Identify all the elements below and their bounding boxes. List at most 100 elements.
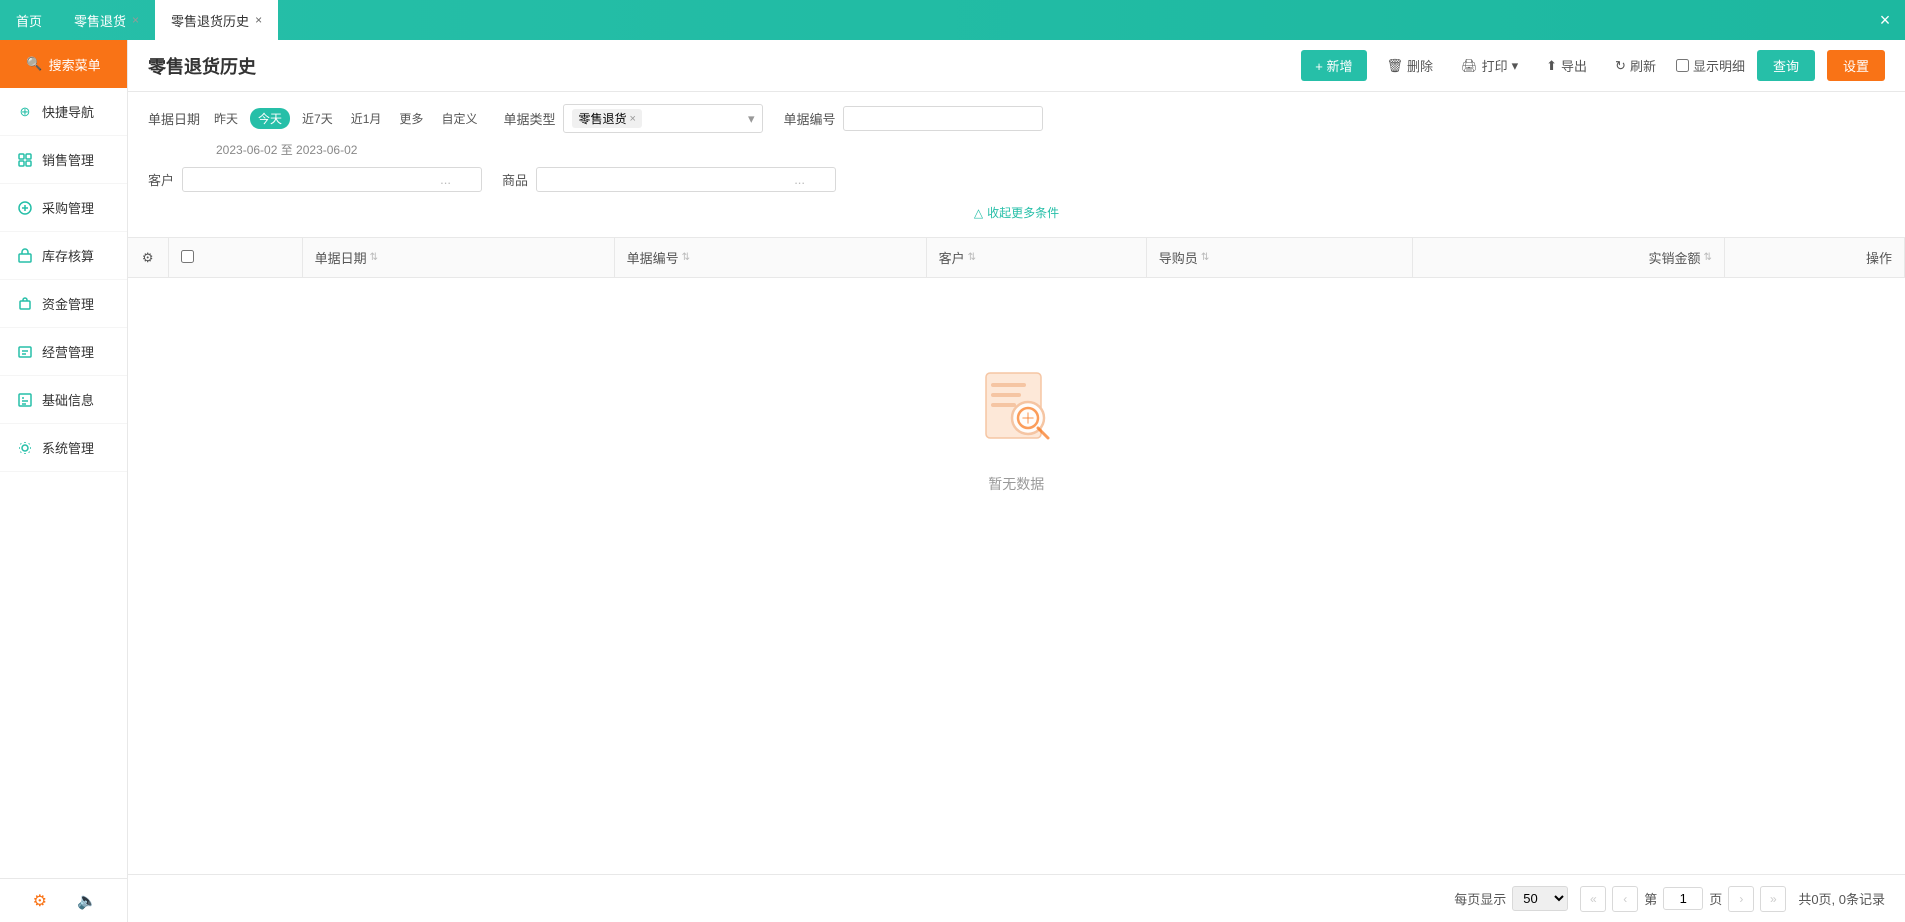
date-btn-7days[interactable]: 近7天 — [296, 108, 339, 129]
sort-icon-doc-date: ⇅ — [370, 252, 378, 263]
filter-row-1: 单据日期 昨天 今天 近7天 近1月 更多 自定义 单据类型 — [148, 104, 1885, 133]
tab-retail-return[interactable]: 零售退货 × — [58, 0, 155, 40]
sales-mgmt-label: 销售管理 — [42, 150, 94, 169]
top-bar: 首页 零售退货 × 零售退货历史 × × — [0, 0, 1905, 40]
date-btn-custom[interactable]: 自定义 — [435, 108, 483, 129]
last-page-button[interactable]: » — [1760, 886, 1786, 912]
first-page-button[interactable]: « — [1580, 886, 1606, 912]
col-settings[interactable]: ⚙ — [128, 238, 168, 278]
page-label-suffix: 页 — [1709, 889, 1722, 908]
sort-icon-doc-no: ⇅ — [682, 252, 690, 263]
print-dropdown-icon: ▾ — [1512, 58, 1519, 74]
settings-icon[interactable]: ⚙ — [26, 887, 54, 915]
goods-label: 商品 — [502, 170, 528, 189]
sidebar-item-sys-mgmt[interactable]: 系统管理 — [0, 424, 127, 472]
sidebar-item-finance[interactable]: 资金管理 — [0, 280, 127, 328]
sidebar-search[interactable]: 🔍 搜索菜单 — [0, 40, 127, 88]
collapse-bar[interactable]: △ 收起更多条件 — [148, 200, 1885, 225]
tab-bar: 首页 零售退货 × 零售退货历史 × — [0, 0, 1865, 40]
sidebar: 🔍 搜索菜单 ⊕ 快捷导航 销售管理 采购管理 — [0, 40, 128, 922]
doc-type-arrow: ▾ — [748, 111, 755, 127]
col-customer[interactable]: 客户 ⇅ — [926, 238, 1146, 278]
date-options: 昨天 今天 近7天 近1月 更多 自定义 — [208, 108, 483, 129]
sidebar-item-sales-mgmt[interactable]: 销售管理 — [0, 136, 127, 184]
select-all-checkbox[interactable] — [181, 250, 194, 263]
sidebar-item-basic-info[interactable]: 基础信息 — [0, 376, 127, 424]
delete-icon: 🗑 — [1387, 58, 1404, 74]
add-button[interactable]: + 新增 — [1301, 50, 1366, 81]
refresh-icon: ↻ — [1615, 58, 1626, 74]
ops-mgmt-label: 经营管理 — [42, 342, 94, 361]
content-area: 零售退货历史 + 新增 🗑 删除 🖨 打印 ▾ ⬆ 导出 ↻ — [128, 40, 1905, 922]
page-header: 零售退货历史 + 新增 🗑 删除 🖨 打印 ▾ ⬆ 导出 ↻ — [128, 40, 1905, 92]
page-size-dropdown[interactable]: 20 50 100 — [1512, 886, 1568, 911]
doc-type-tag: 零售退货 × — [572, 109, 641, 128]
sidebar-search-label: 搜索菜单 — [49, 55, 101, 74]
page-total: 共0页, 0条记录 — [1798, 889, 1885, 908]
tab-retail-return-history[interactable]: 零售退货历史 × — [155, 0, 278, 40]
tab-home[interactable]: 首页 — [0, 0, 58, 40]
empty-illustration — [966, 358, 1066, 458]
settings-button[interactable]: 设置 — [1827, 50, 1885, 81]
sys-mgmt-label: 系统管理 — [42, 438, 94, 457]
date-btn-1month[interactable]: 近1月 — [345, 108, 388, 129]
sidebar-nav: ⊕ 快捷导航 销售管理 采购管理 库存核算 — [0, 88, 127, 878]
goods-input[interactable]: ... — [536, 167, 836, 192]
next-page-button[interactable]: › — [1728, 886, 1754, 912]
finance-icon — [16, 295, 34, 313]
page-number-input[interactable] — [1663, 887, 1703, 910]
customer-label: 客户 — [148, 170, 174, 189]
date-filter-label: 单据日期 — [148, 109, 200, 128]
doc-no-label: 单据编号 — [783, 109, 835, 128]
page-actions: + 新增 🗑 删除 🖨 打印 ▾ ⬆ 导出 ↻ 刷新 — [1301, 50, 1885, 81]
doc-type-tag-close[interactable]: × — [629, 113, 635, 125]
doc-type-label: 单据类型 — [503, 109, 555, 128]
col-doc-no[interactable]: 单据编号 ⇅ — [614, 238, 926, 278]
date-btn-more[interactable]: 更多 — [393, 108, 429, 129]
print-button[interactable]: 🖨 打印 ▾ — [1453, 52, 1526, 79]
sidebar-item-ops-mgmt[interactable]: 经营管理 — [0, 328, 127, 376]
refresh-button[interactable]: ↻ 刷新 — [1607, 52, 1664, 79]
pagination-bar: 每页显示 20 50 100 « ‹ 第 页 › » 共0页, 0条记录 — [128, 874, 1905, 922]
tab-retail-return-history-close[interactable]: × — [255, 13, 262, 27]
empty-state: 暂无数据 — [128, 278, 1905, 574]
col-amount[interactable]: 实销金额 ⇅ — [1412, 238, 1724, 278]
page-size-select: 每页显示 20 50 100 — [1454, 886, 1568, 911]
col-action: 操作 — [1724, 238, 1904, 278]
col-guide[interactable]: 导购员 ⇅ — [1146, 238, 1412, 278]
ops-mgmt-icon — [16, 343, 34, 361]
date-range-text: 2023-06-02 至 2023-06-02 — [216, 143, 357, 157]
col-checkbox[interactable] — [168, 238, 302, 278]
print-icon: 🖨 — [1461, 58, 1478, 74]
query-button[interactable]: 查询 — [1757, 50, 1815, 81]
doc-no-filter: 单据编号 — [783, 106, 1043, 131]
doc-type-select[interactable]: 零售退货 × ▾ — [563, 104, 763, 133]
purchase-mgmt-label: 采购管理 — [42, 198, 94, 217]
basic-info-icon — [16, 391, 34, 409]
sort-icon-customer: ⇅ — [968, 252, 976, 263]
sidebar-item-quick-nav[interactable]: ⊕ 快捷导航 — [0, 88, 127, 136]
sidebar-item-inventory[interactable]: 库存核算 — [0, 232, 127, 280]
date-btn-today[interactable]: 今天 — [250, 108, 290, 129]
volume-icon[interactable]: 🔈 — [73, 887, 101, 915]
prev-page-button[interactable]: ‹ — [1612, 886, 1638, 912]
date-btn-yesterday[interactable]: 昨天 — [208, 108, 244, 129]
show-detail-checkbox[interactable]: 显示明细 — [1676, 56, 1745, 75]
customer-input[interactable]: ... — [182, 167, 482, 192]
main-layout: 🔍 搜索菜单 ⊕ 快捷导航 销售管理 采购管理 — [0, 40, 1905, 922]
page-label-prefix: 第 — [1644, 889, 1657, 908]
export-button[interactable]: ⬆ 导出 — [1538, 52, 1595, 79]
col-doc-date[interactable]: 单据日期 ⇅ — [302, 238, 614, 278]
quick-nav-label: 快捷导航 — [42, 102, 94, 121]
collapse-icon: △ — [974, 206, 983, 220]
doc-no-input[interactable] — [843, 106, 1043, 131]
delete-button[interactable]: 🗑 删除 — [1379, 52, 1442, 79]
basic-info-label: 基础信息 — [42, 390, 94, 409]
inventory-label: 库存核算 — [42, 246, 94, 265]
window-close-button[interactable]: × — [1865, 0, 1905, 40]
sys-mgmt-icon — [16, 439, 34, 457]
inventory-icon — [16, 247, 34, 265]
tab-retail-return-close[interactable]: × — [132, 13, 139, 27]
show-detail-input[interactable] — [1676, 59, 1689, 72]
sidebar-item-purchase-mgmt[interactable]: 采购管理 — [0, 184, 127, 232]
